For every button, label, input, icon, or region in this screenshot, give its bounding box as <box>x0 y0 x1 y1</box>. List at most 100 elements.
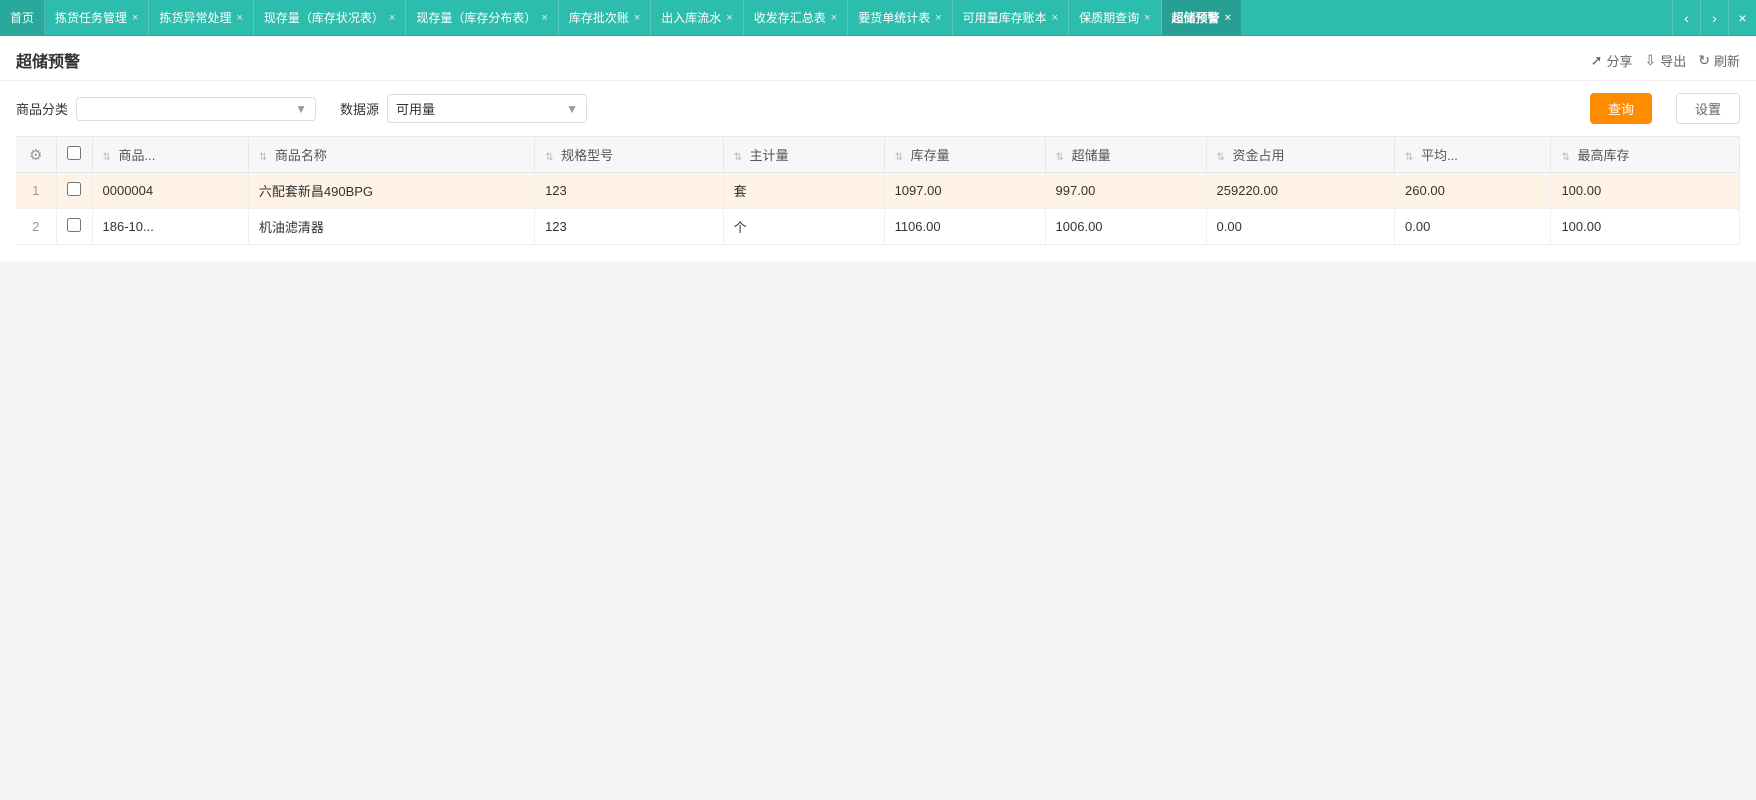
column-product-code: ⇅ 商品... <box>92 137 248 173</box>
nav-tab-stock-status[interactable]: 现存量（库存状况表） × <box>254 0 406 36</box>
nav-tab-expiry[interactable]: 保质期查询 × <box>1069 0 1161 36</box>
nav-tab-overstock[interactable]: 超储预警 × <box>1162 0 1242 36</box>
row-product-code: 0000004 <box>92 173 248 209</box>
row-unit: 套 <box>723 173 884 209</box>
column-stock: ⇅ 库存量 <box>884 137 1045 173</box>
table-container: ⚙ ⇅ 商品... ⇅ 商品名称 ⇅ 规格型号 <box>0 136 1756 261</box>
row-product-name: 机油滤清器 <box>248 209 534 245</box>
datasource-label: 数据源 <box>340 99 379 118</box>
nav-tab-avail-stock[interactable]: 可用量库存账本 × <box>953 0 1069 36</box>
close-tab-stock-status[interactable]: × <box>389 12 395 24</box>
nav-tab-batch[interactable]: 库存批次账 × <box>559 0 651 36</box>
page-title: 超储预警 <box>16 48 80 72</box>
chevron-down-icon-ds: ▼ <box>566 102 578 116</box>
column-gear: ⚙ <box>16 137 56 173</box>
nav-arrows-container: ‹ › × <box>1672 0 1756 36</box>
chevron-down-icon: ▼ <box>295 102 307 116</box>
top-navigation: 首页 拣货任务管理 × 拣货异常处理 × 现存量（库存状况表） × 现存量（库存… <box>0 0 1756 36</box>
row-index: 2 <box>16 209 56 245</box>
row-checkbox[interactable] <box>67 218 81 232</box>
column-spec: ⇅ 规格型号 <box>535 137 724 173</box>
close-tab-batch[interactable]: × <box>634 12 640 24</box>
share-button[interactable]: ➚ 分享 <box>1591 51 1633 70</box>
datasource-select-value: 可用量 <box>396 99 435 118</box>
column-product-name: ⇅ 商品名称 <box>248 137 534 173</box>
header-actions: ➚ 分享 ⇩ 导出 ↻ 刷新 <box>1591 51 1740 70</box>
table-body: 1 0000004 六配套新昌490BPG 123 套 1097.00 997.… <box>16 173 1740 245</box>
table-row: 1 0000004 六配套新昌490BPG 123 套 1097.00 997.… <box>16 173 1740 209</box>
close-tab-task[interactable]: × <box>132 12 138 24</box>
category-select[interactable]: ▼ <box>76 97 316 121</box>
share-icon: ➚ <box>1591 52 1603 69</box>
page-header: 超储预警 ➚ 分享 ⇩ 导出 ↻ 刷新 <box>0 36 1756 81</box>
nav-tab-inout[interactable]: 出入库流水 × <box>651 0 743 36</box>
refresh-button[interactable]: ↻ 刷新 <box>1698 51 1740 70</box>
row-stock: 1106.00 <box>884 209 1045 245</box>
column-select-all <box>56 137 92 173</box>
row-max-stock: 100.00 <box>1551 173 1740 209</box>
column-max-stock: ⇅ 最高库存 <box>1551 137 1740 173</box>
overstock-table: ⚙ ⇅ 商品... ⇅ 商品名称 ⇅ 规格型号 <box>16 136 1740 245</box>
row-product-code: 186-10... <box>92 209 248 245</box>
row-overstock: 997.00 <box>1045 173 1206 209</box>
settings-button[interactable]: 设置 <box>1676 93 1740 124</box>
row-index: 1 <box>16 173 56 209</box>
nav-next-button[interactable]: › <box>1700 0 1728 36</box>
row-avg: 260.00 <box>1395 173 1551 209</box>
nav-close-all-button[interactable]: × <box>1728 0 1756 36</box>
close-tab-collect[interactable]: × <box>831 12 837 24</box>
column-unit: ⇅ 主计量 <box>723 137 884 173</box>
row-max-stock: 100.00 <box>1551 209 1740 245</box>
page-content: 超储预警 ➚ 分享 ⇩ 导出 ↻ 刷新 商品分类 ▼ 数据源 <box>0 36 1756 261</box>
sort-icon-max[interactable]: ⇅ <box>1561 152 1569 163</box>
close-tab-overstock[interactable]: × <box>1225 12 1231 24</box>
row-product-name: 六配套新昌490BPG <box>248 173 534 209</box>
nav-tab-abnormal[interactable]: 拣货异常处理 × <box>149 0 253 36</box>
column-avg: ⇅ 平均... <box>1395 137 1551 173</box>
sort-icon-unit[interactable]: ⇅ <box>734 152 742 163</box>
row-avg: 0.00 <box>1395 209 1551 245</box>
export-button[interactable]: ⇩ 导出 <box>1645 51 1687 70</box>
nav-tab-home[interactable]: 首页 <box>0 0 45 36</box>
row-checkbox[interactable] <box>67 182 81 196</box>
nav-tab-collect[interactable]: 收发存汇总表 × <box>744 0 848 36</box>
sort-icon-stock[interactable]: ⇅ <box>895 152 903 163</box>
close-tab-abnormal[interactable]: × <box>236 12 242 24</box>
sort-icon[interactable]: ⇅ <box>103 152 111 163</box>
row-capital: 259220.00 <box>1206 173 1395 209</box>
row-stock: 1097.00 <box>884 173 1045 209</box>
close-tab-inout[interactable]: × <box>726 12 732 24</box>
sort-icon-spec[interactable]: ⇅ <box>545 152 553 163</box>
sort-icon-name[interactable]: ⇅ <box>259 152 267 163</box>
row-capital: 0.00 <box>1206 209 1395 245</box>
category-label: 商品分类 <box>16 99 68 118</box>
datasource-select[interactable]: 可用量 ▼ <box>387 94 587 123</box>
filter-row: 商品分类 ▼ 数据源 可用量 ▼ 查询 设置 <box>0 81 1756 136</box>
nav-tab-order-stat[interactable]: 要货单统计表 × <box>848 0 952 36</box>
sort-icon-avg[interactable]: ⇅ <box>1405 152 1413 163</box>
close-tab-stock-dist[interactable]: × <box>541 12 547 24</box>
row-checkbox-cell <box>56 209 92 245</box>
table-row: 2 186-10... 机油滤清器 123 个 1106.00 1006.00 … <box>16 209 1740 245</box>
refresh-icon: ↻ <box>1698 52 1710 69</box>
row-overstock: 1006.00 <box>1045 209 1206 245</box>
column-overstock: ⇅ 超储量 <box>1045 137 1206 173</box>
sort-icon-overstock[interactable]: ⇅ <box>1056 152 1064 163</box>
query-button[interactable]: 查询 <box>1590 93 1652 124</box>
nav-tab-task[interactable]: 拣货任务管理 × <box>45 0 149 36</box>
row-spec: 123 <box>535 209 724 245</box>
sort-icon-capital[interactable]: ⇅ <box>1217 152 1225 163</box>
close-tab-avail-stock[interactable]: × <box>1052 12 1058 24</box>
nav-prev-button[interactable]: ‹ <box>1672 0 1700 36</box>
nav-tab-stock-dist[interactable]: 现存量（库存分布表） × <box>406 0 558 36</box>
table-header-row: ⚙ ⇅ 商品... ⇅ 商品名称 ⇅ 规格型号 <box>16 137 1740 173</box>
close-tab-expiry[interactable]: × <box>1144 12 1150 24</box>
column-settings-icon[interactable]: ⚙ <box>29 147 42 164</box>
column-capital: ⇅ 资金占用 <box>1206 137 1395 173</box>
row-unit: 个 <box>723 209 884 245</box>
datasource-filter: 数据源 可用量 ▼ <box>340 94 587 123</box>
row-checkbox-cell <box>56 173 92 209</box>
select-all-checkbox[interactable] <box>67 146 81 160</box>
close-tab-order-stat[interactable]: × <box>935 12 941 24</box>
row-spec: 123 <box>535 173 724 209</box>
